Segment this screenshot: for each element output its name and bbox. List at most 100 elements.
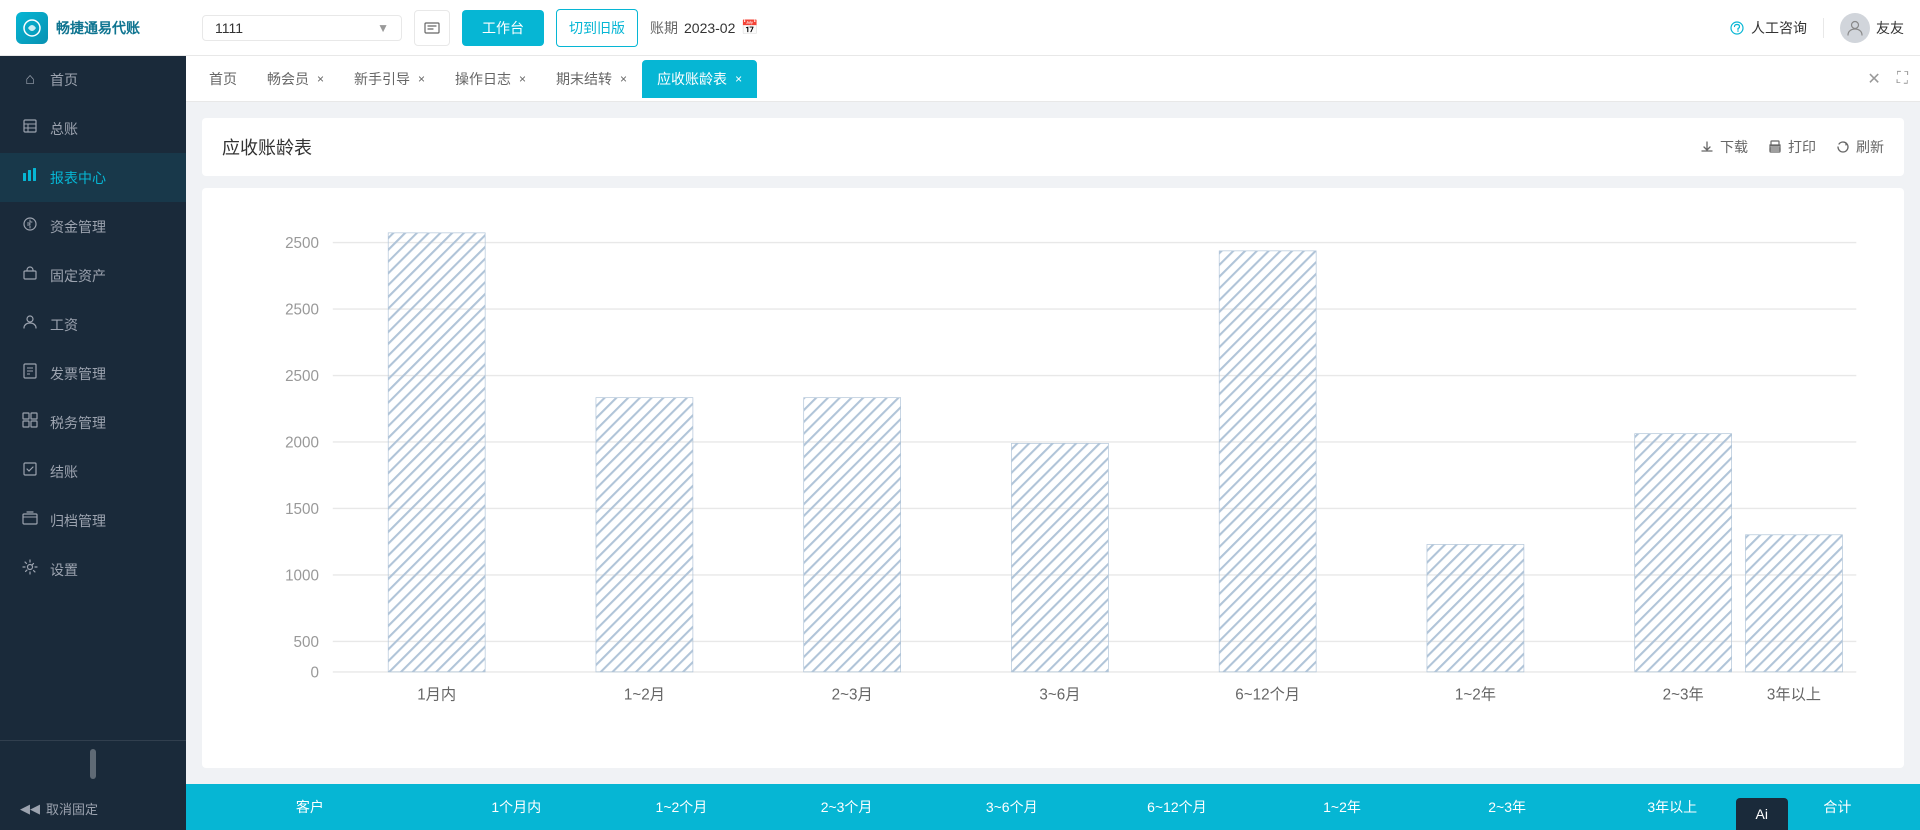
tabs-expand-button[interactable]: ⛶ [1893,66,1912,92]
sidebar-label-funds: 资金管理 [50,217,106,237]
user-area[interactable]: 友友 [1840,13,1904,43]
table-header: 客户 1个月内 1~2个月 2~3个月 3~6个月 6~12个月 [186,784,1920,830]
svg-text:0: 0 [310,664,318,681]
sidebar-item-closing[interactable]: 结账 [0,447,186,496]
print-label: 打印 [1788,137,1816,157]
ledger-icon [20,118,40,139]
tab-member-close[interactable]: × [317,72,324,86]
main-area: ⌂ 首页 总账 报表中心 [0,56,1920,830]
col-1-2y: 1~2年 [1259,784,1424,830]
tab-aging-close[interactable]: × [735,72,742,86]
header-right: 人工咨询 友友 [1729,13,1904,43]
tab-oplog-close[interactable]: × [519,72,526,86]
tab-guide[interactable]: 新手引导 × [339,60,440,98]
salary-icon [20,314,40,335]
ai-badge[interactable]: Ai [1736,798,1788,830]
tab-guide-close[interactable]: × [418,72,425,86]
svg-text:2000: 2000 [285,435,319,452]
svg-text:3年以上: 3年以上 [1767,687,1821,704]
home-icon: ⌂ [20,71,40,89]
header: 畅捷通易代账 1111 ▼ 工作台 切到旧版 账期 2023-02 📅 [0,0,1920,56]
download-button[interactable]: 下载 [1700,137,1748,157]
tab-period-label: 期末结转 [556,69,612,89]
sidebar-item-salary[interactable]: 工资 [0,300,186,349]
reports-icon [20,167,40,188]
sidebar-item-reports[interactable]: 报表中心 [0,153,186,202]
tax-icon [20,412,40,433]
support-button[interactable]: 人工咨询 [1729,18,1807,38]
svg-text:500: 500 [294,634,319,651]
assets-icon [20,265,40,286]
invoice-icon [20,363,40,384]
page-actions: 下载 打印 刷新 [1700,137,1884,157]
company-name: 1111 [215,20,369,36]
calendar-icon[interactable]: 📅 [741,19,758,36]
tab-period[interactable]: 期末结转 × [541,60,642,98]
refresh-button[interactable]: 刷新 [1836,137,1884,157]
sidebar-label-salary: 工资 [50,315,78,335]
col-2-3y: 2~3年 [1425,784,1590,830]
username: 友友 [1876,18,1904,38]
sidebar-item-tax[interactable]: 税务管理 [0,398,186,447]
sidebar-bottom: ◀◀ 取消固定 [0,740,186,830]
svg-text:1~2年: 1~2年 [1455,687,1496,704]
header-middle: 1111 ▼ 工作台 切到旧版 账期 2023-02 📅 [202,9,1729,47]
svg-text:6~12个月: 6~12个月 [1235,687,1300,704]
sidebar-item-funds[interactable]: 资金管理 [0,202,186,251]
tab-member-label: 畅会员 [267,69,309,89]
cancel-fixed-button[interactable]: ◀◀ 取消固定 [0,787,186,830]
sidebar-item-assets[interactable]: 固定资产 [0,251,186,300]
company-selector[interactable]: 1111 ▼ [202,15,402,41]
logo-area: 畅捷通易代账 [16,12,202,44]
app-container: 畅捷通易代账 1111 ▼ 工作台 切到旧版 账期 2023-02 📅 [0,0,1920,830]
logo-text: 畅捷通易代账 [56,18,140,38]
tab-oplog[interactable]: 操作日志 × [440,60,541,98]
page-header: 应收账龄表 下载 打印 刷新 [202,118,1904,176]
svg-text:1~2月: 1~2月 [624,687,665,704]
tab-member[interactable]: 畅会员 × [252,60,339,98]
refresh-label: 刷新 [1856,137,1884,157]
closing-icon [20,461,40,482]
tab-home[interactable]: 首页 [194,60,252,98]
sidebar: ⌂ 首页 总账 报表中心 [0,56,186,830]
ai-badge-label: Ai [1756,806,1768,822]
sidebar-label-ledger: 总账 [50,119,78,139]
page-title: 应收账龄表 [222,134,312,160]
download-label: 下载 [1720,137,1748,157]
svg-text:2500: 2500 [285,368,319,385]
sidebar-label-assets: 固定资产 [50,266,106,286]
content-area: 首页 畅会员 × 新手引导 × 操作日志 × 期末结转 × [186,56,1920,830]
tab-aging-label: 应收账龄表 [657,69,727,89]
chart-container: 2500 2500 2500 2000 1500 1000 500 0 [202,188,1904,768]
sidebar-item-ledger[interactable]: 总账 [0,104,186,153]
svg-text:1000: 1000 [285,567,319,584]
sidebar-label-settings: 设置 [50,560,78,580]
col-1m: 1个月内 [434,784,599,830]
switch-version-button[interactable]: 切到旧版 [556,9,638,47]
tab-home-label: 首页 [209,69,237,89]
period-value: 2023-02 [684,20,735,36]
col-6-12m: 6~12个月 [1094,784,1259,830]
svg-text:1月内: 1月内 [417,687,456,704]
sidebar-item-home[interactable]: ⌂ 首页 [0,56,186,104]
tabs-right: ✕ ⛶ [1863,65,1912,93]
svg-text:2500: 2500 [285,302,319,319]
sidebar-item-archive[interactable]: 归档管理 [0,496,186,545]
tab-aging[interactable]: 应收账龄表 × [642,60,757,98]
logo-icon [16,12,48,44]
print-button[interactable]: 打印 [1768,137,1816,157]
tab-period-close[interactable]: × [620,72,627,86]
scroll-indicator [0,741,186,787]
sidebar-item-settings[interactable]: 设置 [0,545,186,594]
sidebar-label-home: 首页 [50,70,78,90]
sidebar-item-invoice[interactable]: 发票管理 [0,349,186,398]
archive-button[interactable] [414,10,450,46]
workbench-button[interactable]: 工作台 [462,10,544,46]
cancel-fixed-label: 取消固定 [46,799,98,818]
tabs-close-button[interactable]: ✕ [1863,65,1884,93]
sidebar-label-tax: 税务管理 [50,413,106,433]
sidebar-label-closing: 结账 [50,462,78,482]
funds-icon [20,216,40,237]
sidebar-label-reports: 报表中心 [50,168,106,188]
sidebar-label-invoice: 发票管理 [50,364,106,384]
